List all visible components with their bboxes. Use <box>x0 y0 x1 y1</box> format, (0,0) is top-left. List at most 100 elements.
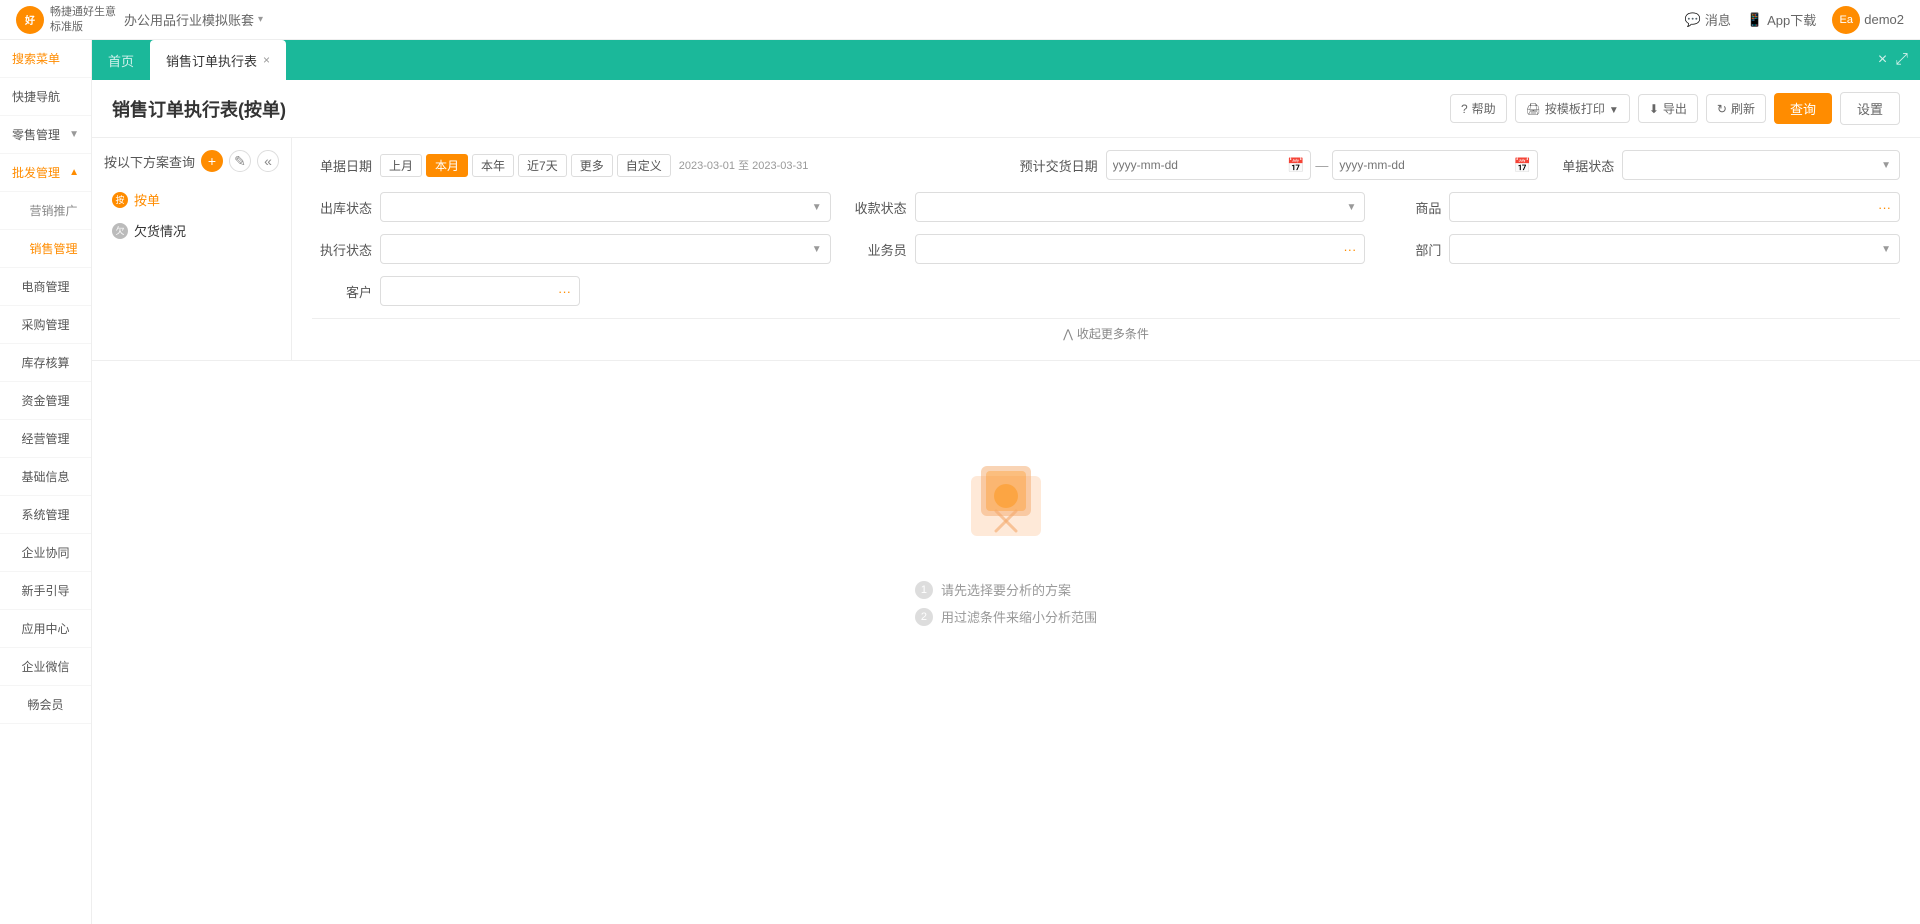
print-button[interactable]: 🖨 按模板打印 <box>1515 94 1630 123</box>
tab-salesorder[interactable]: 销售订单执行表 × <box>150 40 286 80</box>
scheme-item-shortage[interactable]: 欠 欠货情况 <box>104 215 279 246</box>
delivery-start-input[interactable] <box>1113 158 1283 172</box>
sidebar-item-operation[interactable]: 经营管理 <box>0 420 91 458</box>
date-btn-thismonth[interactable]: 本月 <box>426 154 468 177</box>
sidebar-item-quicknav[interactable]: 快捷导航 <box>0 78 91 116</box>
finance-label: 资金管理 <box>21 394 69 408</box>
main-layout: 搜索菜单 快捷导航 零售管理 ▼ 批发管理 ▲ 营销推广 销售管理 电商管理 采… <box>0 40 1920 924</box>
marketing-label: 营销推广 <box>29 204 77 218</box>
user-avatar: Ea <box>1832 6 1860 34</box>
refresh-button[interactable]: ↻ 刷新 <box>1706 94 1766 123</box>
customer-input[interactable] <box>389 284 558 298</box>
maximize-icon[interactable]: ⤢ <box>1895 51 1908 69</box>
date-btn-lastmonth[interactable]: 上月 <box>380 154 422 177</box>
retail-arrow-icon: ▼ <box>69 129 79 140</box>
breadcrumb[interactable]: 办公用品行业模拟账套 ▾ <box>124 10 263 29</box>
add-scheme-button[interactable]: + <box>201 150 223 172</box>
sidebar-item-ecommerce[interactable]: 电商管理 <box>0 268 91 306</box>
collapse-button[interactable]: ⋀ 收起更多条件 <box>312 318 1900 348</box>
user-action[interactable]: Ea demo2 <box>1832 6 1904 34</box>
tab-home[interactable]: 首页 <box>92 40 150 80</box>
scheme-shortage-label: 欠货情况 <box>134 221 186 240</box>
add-scheme-icon: + <box>208 153 216 169</box>
collapse-scheme-button[interactable]: « <box>257 150 279 172</box>
sidebar-item-marketing[interactable]: 营销推广 <box>0 192 91 230</box>
export-button[interactable]: ⬇ 导出 <box>1638 94 1698 123</box>
query-button[interactable]: 查询 <box>1774 93 1832 124</box>
tab-close-icon[interactable]: × <box>263 53 270 67</box>
breadcrumb-text: 办公用品行业模拟账套 <box>124 10 254 29</box>
outbound-select[interactable] <box>389 200 812 215</box>
execution-select[interactable] <box>389 242 812 257</box>
salesperson-input[interactable] <box>924 242 1344 256</box>
billstatus-select[interactable] <box>1631 150 1881 180</box>
close-all-icon[interactable]: × <box>1878 51 1887 69</box>
outbound-label: 出库状态 <box>312 198 372 217</box>
salesperson-label: 业务员 <box>847 240 907 259</box>
sidebar-item-newbie[interactable]: 新手引导 <box>0 572 91 610</box>
date-btn-custom[interactable]: 自定义 <box>617 154 671 177</box>
tip-text-1: 请先选择要分析的方案 <box>941 580 1071 599</box>
filter-area: 按以下方案查询 + ✎ « <box>92 138 1920 361</box>
help-button[interactable]: ? 帮助 <box>1450 94 1507 123</box>
sidebar-item-wholesale[interactable]: 批发管理 ▲ <box>0 154 91 192</box>
page-actions: ? 帮助 🖨 按模板打印 ⬇ 导出 ↻ 刷新 <box>1450 92 1900 125</box>
sidebar-item-wechat[interactable]: 企业微信 <box>0 648 91 686</box>
message-action[interactable]: 💬 消息 <box>1685 10 1731 29</box>
sidebar-item-system[interactable]: 系统管理 <box>0 496 91 534</box>
customer-label: 客户 <box>312 282 372 301</box>
help-icon: ? <box>1461 102 1468 116</box>
product-input[interactable] <box>1458 200 1878 214</box>
collection-select[interactable] <box>924 200 1347 215</box>
tip-num-1: 1 <box>915 581 933 599</box>
collection-label: 收款状态 <box>847 198 907 217</box>
wholesale-label: 批发管理 <box>12 164 60 181</box>
department-select[interactable] <box>1458 242 1881 257</box>
purchase-label: 采购管理 <box>21 318 69 332</box>
delivery-label: 预计交货日期 <box>1020 156 1098 175</box>
delivery-start-wrap: 📅 <box>1106 150 1312 180</box>
filter-field-salesperson: 业务员 ··· <box>847 234 1366 264</box>
sidebar-item-search[interactable]: 搜索菜单 <box>0 40 91 78</box>
sidebar-item-member[interactable]: 畅会员 <box>0 686 91 724</box>
delivery-start-calendar-icon: 📅 <box>1287 157 1304 174</box>
settings-button[interactable]: 设置 <box>1840 92 1900 125</box>
product-dots-icon[interactable]: ··· <box>1878 200 1891 215</box>
page-content: 销售订单执行表(按单) ? 帮助 🖨 按模板打印 ⬇ 导出 <box>92 80 1920 924</box>
tip-text-2: 用过滤条件来缩小分析范围 <box>941 607 1097 626</box>
date-btn-7days[interactable]: 近7天 <box>518 154 567 177</box>
sidebar-item-finance[interactable]: 资金管理 <box>0 382 91 420</box>
member-label: 畅会员 <box>27 698 63 712</box>
salesperson-dots-icon[interactable]: ··· <box>1343 242 1356 257</box>
filter-scheme-header: 按以下方案查询 + ✎ « <box>104 150 279 172</box>
empty-tip-1: 1 请先选择要分析的方案 <box>915 580 1097 599</box>
date-btn-thisyear[interactable]: 本年 <box>472 154 514 177</box>
outbound-dropdown-icon: ▼ <box>812 202 822 213</box>
edit-scheme-button[interactable]: ✎ <box>229 150 251 172</box>
sidebar-item-enterprise[interactable]: 企业协同 <box>0 534 91 572</box>
date-btn-more[interactable]: 更多 <box>571 154 613 177</box>
filter-scheme-title: 按以下方案查询 <box>104 152 195 171</box>
sidebar-item-retail[interactable]: 零售管理 ▼ <box>0 116 91 154</box>
sidebar-item-inventory[interactable]: 库存核算 <box>0 344 91 382</box>
app-icon: 📱 <box>1747 12 1763 28</box>
billdate-label: 单据日期 <box>312 156 372 175</box>
export-icon: ⬇ <box>1649 102 1659 116</box>
delivery-date-range: 📅 — 📅 <box>1106 150 1539 180</box>
execution-dropdown-icon: ▼ <box>812 244 822 255</box>
sidebar-item-appcenter[interactable]: 应用中心 <box>0 610 91 648</box>
date-range-text: 2023-03-01 至 2023-03-31 <box>679 157 809 173</box>
scheme-item-single[interactable]: 按 按单 <box>104 184 279 215</box>
header-right: 💬 消息 📱 App下载 Ea demo2 <box>1685 6 1904 34</box>
app-download-action[interactable]: 📱 App下载 <box>1747 10 1816 29</box>
message-icon: 💬 <box>1685 12 1701 28</box>
delivery-end-input[interactable] <box>1339 158 1509 172</box>
customer-dots-icon[interactable]: ··· <box>558 284 571 299</box>
appcenter-label: 应用中心 <box>21 622 69 636</box>
sidebar-item-purchase[interactable]: 采购管理 <box>0 306 91 344</box>
empty-svg <box>946 441 1066 561</box>
breadcrumb-dropdown-icon[interactable]: ▾ <box>258 14 263 25</box>
tab-bar-actions: × ⤢ <box>1878 51 1920 69</box>
sidebar-item-basic[interactable]: 基础信息 <box>0 458 91 496</box>
sidebar-item-sales[interactable]: 销售管理 <box>0 230 91 268</box>
